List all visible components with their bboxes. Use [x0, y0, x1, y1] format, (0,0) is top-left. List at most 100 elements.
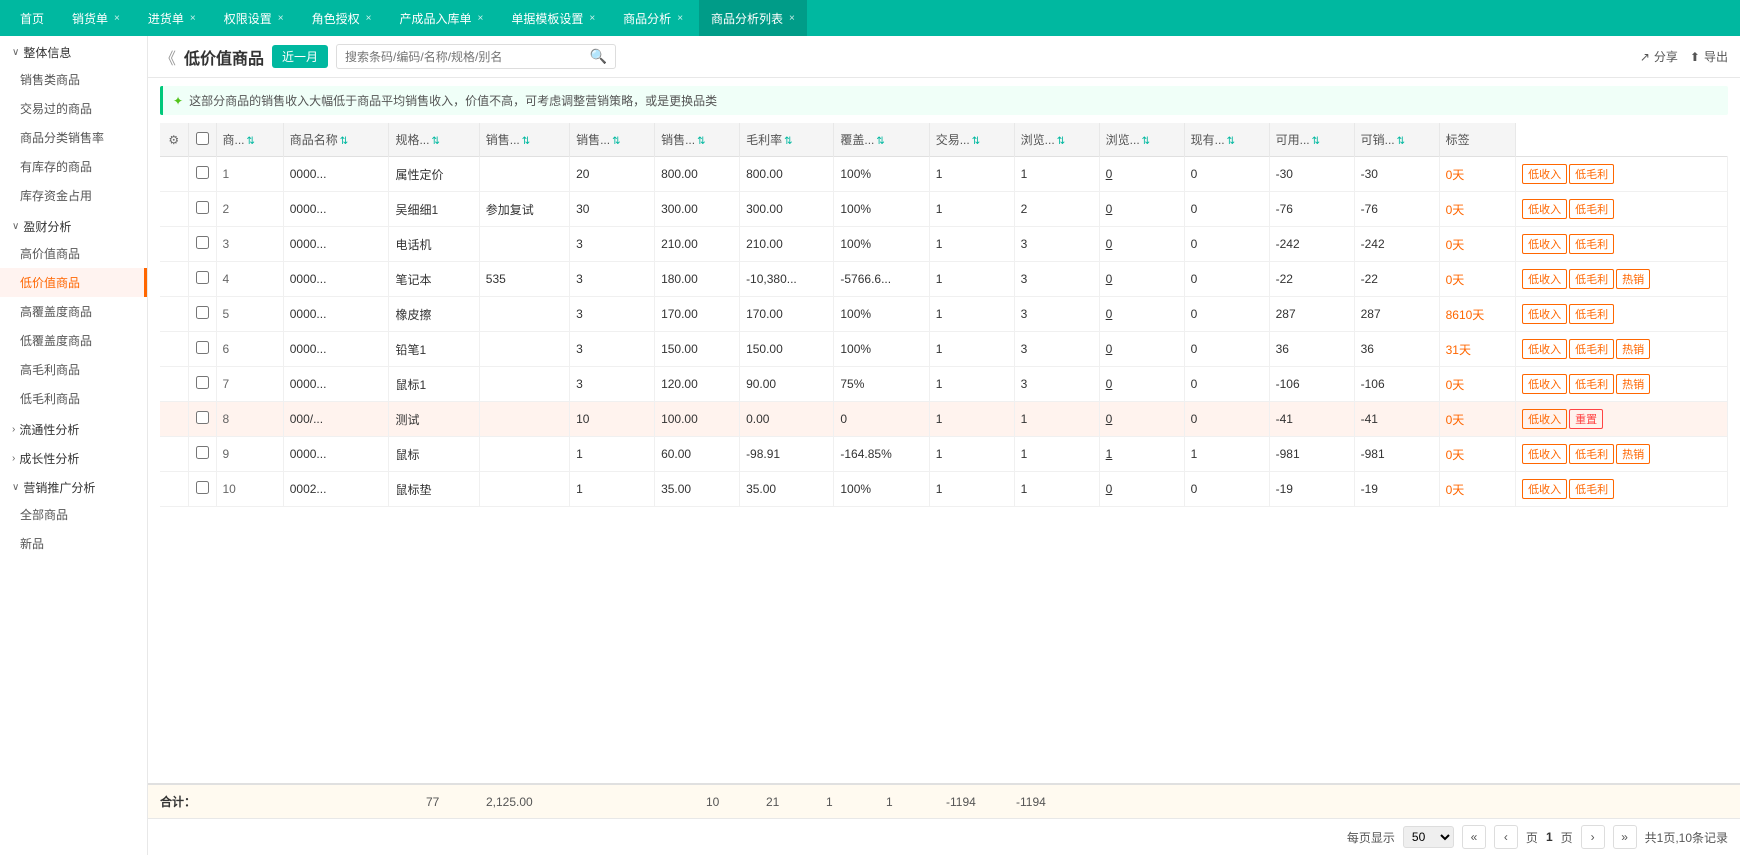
sidebar-group-financial[interactable]: ∨ 盈财分析	[0, 210, 147, 239]
total-records-text: 共1页,10条记录	[1645, 829, 1728, 846]
table-row: 6 0000... 铅笔1 3 150.00 150.00 100% 1 3 0…	[160, 332, 1728, 367]
row-select-checkbox-3[interactable]	[196, 236, 209, 249]
row-gear-1[interactable]	[160, 157, 188, 192]
sidebar-item-all-products[interactable]: 全部商品	[0, 500, 147, 529]
nav-role-auth[interactable]: 角色授权 ×	[300, 0, 384, 36]
row-tags-8: 低收入重置	[1516, 402, 1728, 437]
sidebar-item-stock-capital[interactable]: 库存资金占用	[0, 181, 147, 210]
sidebar-group-growth[interactable]: › 成长性分析	[0, 442, 147, 471]
row-checkbox-2[interactable]	[188, 192, 216, 227]
prev-page-button[interactable]: ‹	[1494, 825, 1518, 849]
row-checkbox-9[interactable]	[188, 437, 216, 472]
sidebar-item-new-products[interactable]: 新品	[0, 529, 147, 558]
search-icon[interactable]: 🔍	[590, 48, 607, 65]
row-checkbox-3[interactable]	[188, 227, 216, 262]
column-checkbox[interactable]	[188, 123, 216, 157]
row-tags-5: 低收入低毛利	[1516, 297, 1728, 332]
sidebar-item-low-coverage[interactable]: 低覆盖度商品	[0, 326, 147, 355]
row-select-checkbox-2[interactable]	[196, 201, 209, 214]
tag: 低毛利	[1569, 234, 1614, 254]
sidebar-item-category-sales[interactable]: 商品分类销售率	[0, 123, 147, 152]
collapse-sidebar-button[interactable]: 《	[160, 45, 176, 69]
row-select-checkbox-4[interactable]	[196, 271, 209, 284]
row-gear-6[interactable]	[160, 332, 188, 367]
row-current-stock-10: -19	[1269, 472, 1354, 507]
first-page-button[interactable]: «	[1462, 825, 1486, 849]
current-page-number: 1	[1546, 830, 1553, 844]
row-spec-9	[479, 437, 569, 472]
row-days-8: 0天	[1439, 402, 1516, 437]
row-checkbox-10[interactable]	[188, 472, 216, 507]
filter-recent-month-button[interactable]: 近一月	[272, 45, 328, 68]
row-checkbox-8[interactable]	[188, 402, 216, 437]
row-checkbox-1[interactable]	[188, 157, 216, 192]
nav-permission-settings[interactable]: 权限设置 ×	[212, 0, 296, 36]
row-gear-9[interactable]	[160, 437, 188, 472]
sidebar-item-traded-products[interactable]: 交易过的商品	[0, 94, 147, 123]
sidebar-item-low-margin[interactable]: 低毛利商品	[0, 384, 147, 413]
close-product-analysis-icon[interactable]: ×	[677, 13, 683, 24]
page-label-2: 页	[1561, 829, 1573, 846]
row-tags-2: 低收入低毛利	[1516, 192, 1728, 227]
sidebar-item-high-coverage[interactable]: 高覆盖度商品	[0, 297, 147, 326]
row-checkbox-5[interactable]	[188, 297, 216, 332]
row-gear-7[interactable]	[160, 367, 188, 402]
close-sales-order-icon[interactable]: ×	[114, 13, 120, 24]
close-permission-settings-icon[interactable]: ×	[278, 13, 284, 24]
nav-product-analysis[interactable]: 商品分析 ×	[611, 0, 695, 36]
close-purchase-order-icon[interactable]: ×	[190, 13, 196, 24]
row-select-checkbox-1[interactable]	[196, 166, 209, 179]
close-product-analysis-list-icon[interactable]: ×	[789, 13, 795, 24]
row-gear-10[interactable]	[160, 472, 188, 507]
row-views2-7: 0	[1184, 367, 1269, 402]
per-page-select[interactable]: 50 100 200	[1403, 826, 1454, 848]
row-select-checkbox-6[interactable]	[196, 341, 209, 354]
row-coverage-10: 1	[929, 472, 1014, 507]
last-page-button[interactable]: »	[1613, 825, 1637, 849]
close-role-auth-icon[interactable]: ×	[366, 13, 372, 24]
row-select-checkbox-9[interactable]	[196, 446, 209, 459]
sidebar-group-flow[interactable]: › 流通性分析	[0, 413, 147, 442]
row-gross-margin-3: 100%	[834, 227, 929, 262]
select-all-checkbox[interactable]	[196, 132, 209, 145]
sidebar-item-high-margin[interactable]: 高毛利商品	[0, 355, 147, 384]
row-gear-5[interactable]	[160, 297, 188, 332]
sidebar-group-marketing[interactable]: ∨ 营销推广分析	[0, 471, 147, 500]
row-checkbox-4[interactable]	[188, 262, 216, 297]
nav-product-stock[interactable]: 产成品入库单 ×	[387, 0, 495, 36]
nav-sales-order[interactable]: 销货单 ×	[60, 0, 132, 36]
row-select-checkbox-8[interactable]	[196, 411, 209, 424]
close-template-settings-icon[interactable]: ×	[589, 13, 595, 24]
row-gear-3[interactable]	[160, 227, 188, 262]
sidebar-group-overall[interactable]: ∨ 整体信息	[0, 36, 147, 65]
search-input[interactable]	[345, 50, 586, 64]
nav-home[interactable]: 首页	[8, 0, 56, 36]
row-select-checkbox-10[interactable]	[196, 481, 209, 494]
nav-product-analysis-list[interactable]: 商品分析列表 ×	[699, 0, 807, 36]
row-views1-3: 0	[1099, 227, 1184, 262]
row-checkbox-7[interactable]	[188, 367, 216, 402]
row-select-checkbox-5[interactable]	[196, 306, 209, 319]
sidebar-item-high-value[interactable]: 高价值商品	[0, 239, 147, 268]
next-page-button[interactable]: ›	[1581, 825, 1605, 849]
nav-template-settings[interactable]: 单据模板设置 ×	[499, 0, 607, 36]
row-gear-8[interactable]	[160, 402, 188, 437]
sidebar-item-low-value[interactable]: 低价值商品	[0, 268, 147, 297]
row-gear-4[interactable]	[160, 262, 188, 297]
share-button[interactable]: ↗ 分享	[1640, 48, 1678, 65]
pagination: 每页显示 50 100 200 « ‹ 页 1 页 › » 共1页,10条记录	[148, 818, 1740, 855]
row-checkbox-6[interactable]	[188, 332, 216, 367]
row-spec-6	[479, 332, 569, 367]
row-tags-4: 低收入低毛利热销	[1516, 262, 1728, 297]
export-button[interactable]: ⬆ 导出	[1690, 48, 1728, 65]
sidebar-item-stocked-products[interactable]: 有库存的商品	[0, 152, 147, 181]
row-gross-margin-6: 100%	[834, 332, 929, 367]
row-gear-2[interactable]	[160, 192, 188, 227]
nav-purchase-order[interactable]: 进货单 ×	[136, 0, 208, 36]
column-gear[interactable]: ⚙	[160, 123, 188, 157]
row-select-checkbox-7[interactable]	[196, 376, 209, 389]
close-product-stock-icon[interactable]: ×	[477, 13, 483, 24]
row-current-stock-4: -22	[1269, 262, 1354, 297]
row-code-10: 0002...	[283, 472, 389, 507]
sidebar-item-sales-products[interactable]: 销售类商品	[0, 65, 147, 94]
